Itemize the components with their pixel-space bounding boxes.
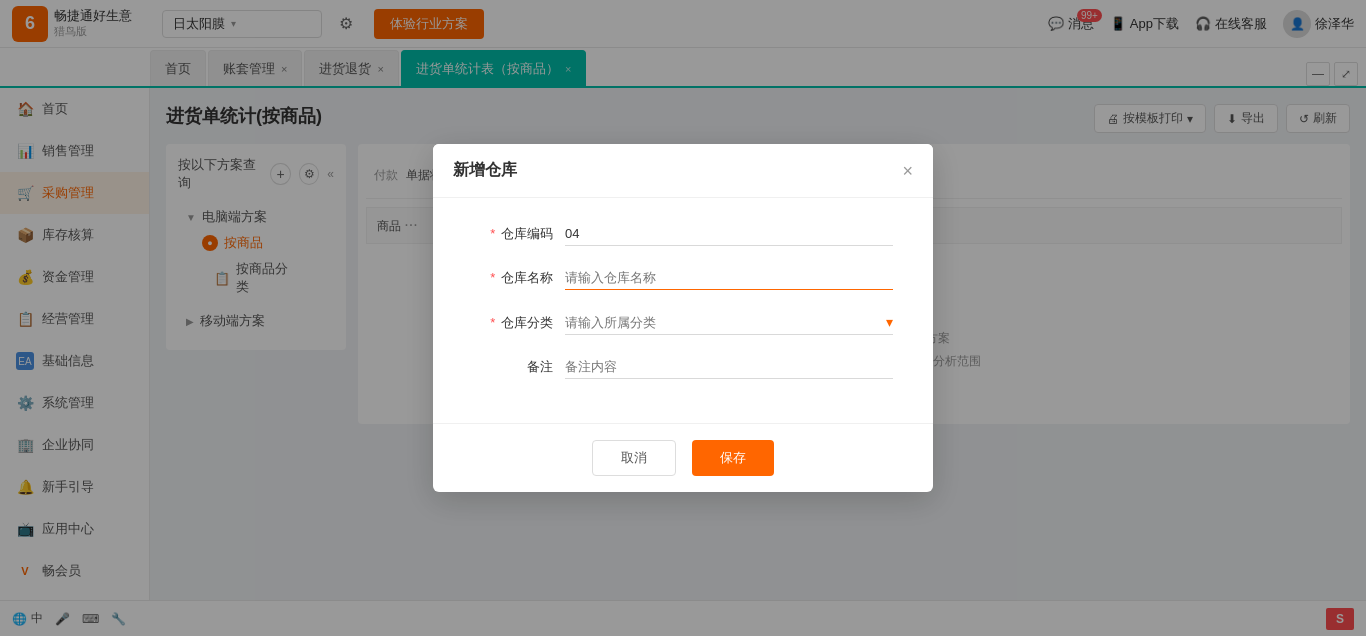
warehouse-remark-input[interactable] [565,355,893,379]
modal-body: * 仓库编码 * 仓库名称 * 仓库分类 [433,198,933,423]
warehouse-category-input[interactable] [565,315,886,330]
modal-title: 新增仓库 [453,160,517,181]
modal-overlay: 新增仓库 × * 仓库编码 * 仓库名称 [0,0,1366,636]
category-dropdown-icon: ▾ [886,314,893,330]
modal-close-button[interactable]: × [902,162,913,180]
warehouse-name-input[interactable] [565,266,893,290]
modal-header: 新增仓库 × [433,144,933,198]
warehouse-category-select[interactable]: ▾ [565,310,893,335]
new-warehouse-modal: 新增仓库 × * 仓库编码 * 仓库名称 [433,144,933,492]
required-star-category: * [490,315,495,330]
form-item-remark: 备注 [473,355,893,379]
form-label-category: * 仓库分类 [473,314,553,332]
form-label-remark: 备注 [473,358,553,376]
form-label-name: * 仓库名称 [473,269,553,287]
modal-footer: 取消 保存 [433,423,933,492]
required-star-code: * [490,226,495,241]
form-item-code: * 仓库编码 [473,222,893,246]
save-button[interactable]: 保存 [692,440,774,476]
required-star-name: * [490,270,495,285]
warehouse-code-input[interactable] [565,222,893,246]
cancel-button[interactable]: 取消 [592,440,676,476]
form-label-code: * 仓库编码 [473,225,553,243]
form-item-category: * 仓库分类 ▾ [473,310,893,335]
form-item-name: * 仓库名称 [473,266,893,290]
